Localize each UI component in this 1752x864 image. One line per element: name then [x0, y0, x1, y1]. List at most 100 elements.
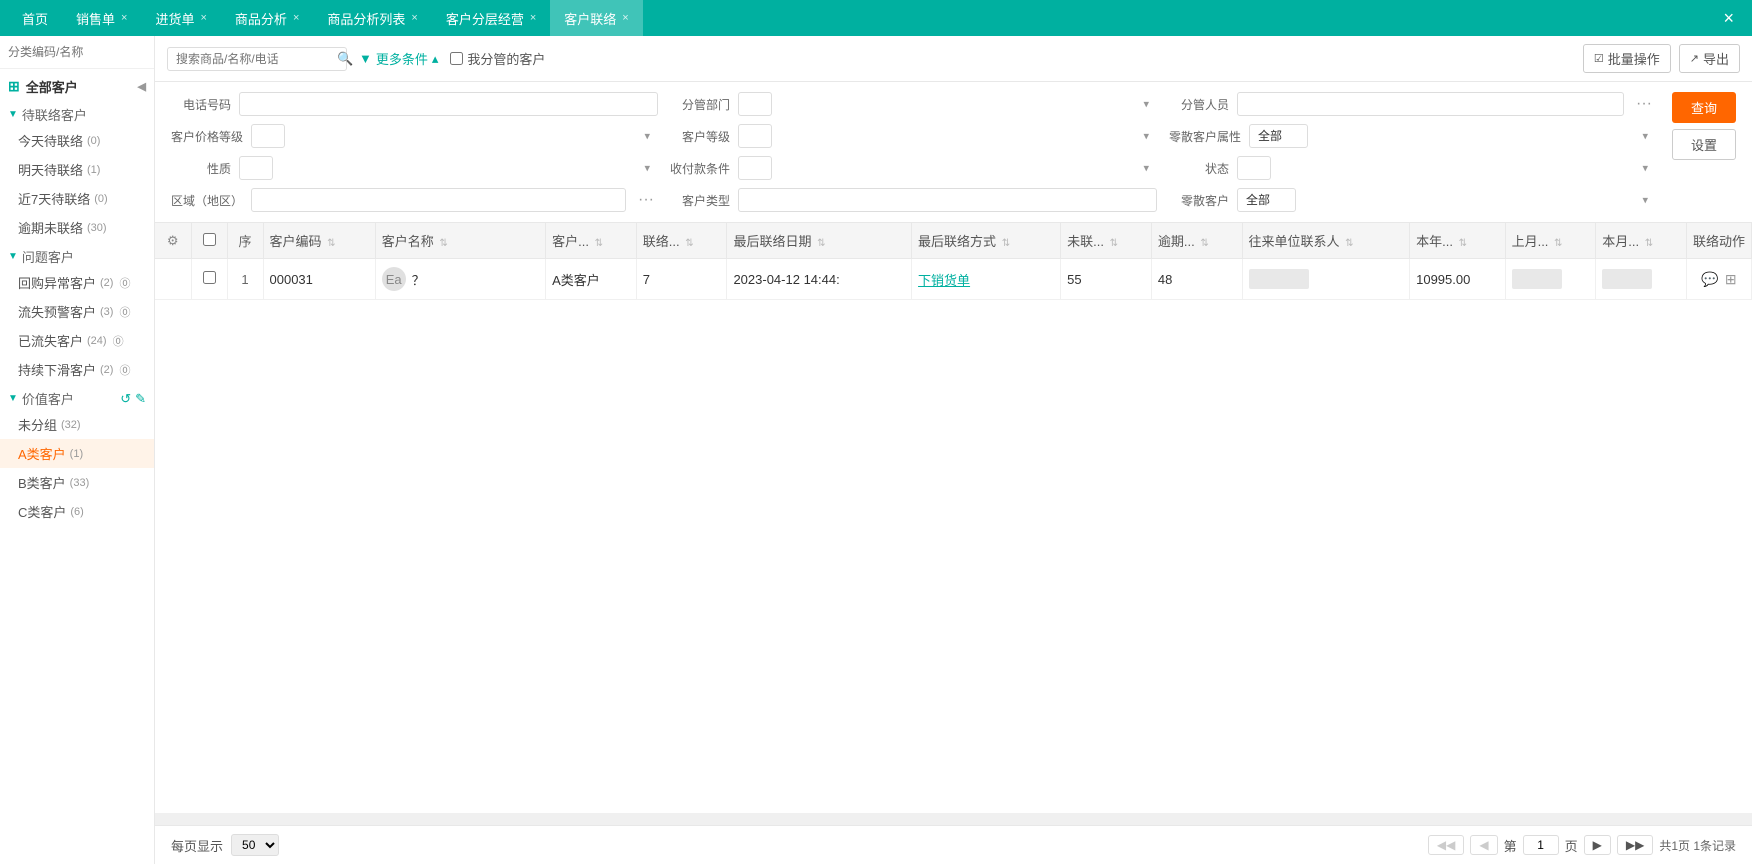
sidebar-item-churn-warning[interactable]: 流失预警客户 (3) ⓪	[0, 297, 154, 326]
nav-product-analysis-close[interactable]: ×	[293, 12, 299, 24]
table-header-checkbox[interactable]	[191, 223, 227, 259]
nav-customer-contact-close[interactable]: ×	[622, 12, 628, 24]
table-header-code[interactable]: 客户编码 ⇅	[263, 223, 375, 259]
filter-phone-input[interactable]	[239, 92, 658, 116]
query-btn[interactable]: 查询	[1672, 92, 1736, 123]
nav-customer-segment[interactable]: 客户分层经营 ×	[432, 0, 550, 36]
nav-product-list-close[interactable]: ×	[411, 12, 417, 24]
sidebar-collapse-btn[interactable]: ◀	[138, 80, 146, 93]
row-select-checkbox[interactable]	[203, 271, 216, 284]
export-btn[interactable]: ↗ 导出	[1679, 44, 1740, 73]
next-page-btn[interactable]: ▶	[1584, 835, 1611, 855]
sidebar-item-tomorrow[interactable]: 明天待联络 (1)	[0, 155, 154, 184]
batch-operation-btn[interactable]: ☑ 批量操作	[1583, 44, 1671, 73]
nav-customer-contact[interactable]: 客户联络 ×	[550, 0, 642, 36]
sidebar-all-customers[interactable]: ⊞ 全部客户 ◀	[0, 69, 154, 100]
sidebar-item-churned-icon: ⓪	[113, 333, 124, 349]
nav-purchase[interactable]: 进货单 ×	[141, 0, 220, 36]
sidebar-value-edit-icon[interactable]: ✎	[135, 391, 146, 407]
nav-customer-segment-close[interactable]: ×	[530, 12, 536, 24]
filter-my-customers-checkbox[interactable]	[450, 52, 463, 65]
filter-action-buttons: 查询 设置	[1672, 92, 1736, 212]
table-header-this-month[interactable]: 本月... ⇅	[1596, 223, 1687, 259]
filter-status-field: 状态	[1169, 156, 1656, 180]
filter-nature-select[interactable]	[239, 156, 273, 180]
sidebar-item-repurchase[interactable]: 回购异常客户 (2) ⓪	[0, 268, 154, 297]
nav-product-analysis[interactable]: 商品分析 ×	[221, 0, 313, 36]
sidebar-search-container: 🔍	[0, 36, 154, 69]
table-header-overdue[interactable]: 逾期... ⇅	[1151, 223, 1242, 259]
sidebar-item-today[interactable]: 今天待联络 (0)	[0, 126, 154, 155]
sidebar-item-unclassified[interactable]: 未分组 (32)	[0, 410, 154, 439]
filter-search-icon[interactable]: 🔍	[337, 51, 353, 67]
sidebar-item-churned-label: 已流失客户	[18, 331, 83, 350]
filter-scatter-attr-select[interactable]: 全部	[1249, 124, 1308, 148]
nav-customer-contact-label: 客户联络	[564, 9, 616, 28]
filter-price-level-select[interactable]	[251, 124, 285, 148]
nav-home[interactable]: 首页	[8, 0, 62, 36]
sort-last-method-icon: ⇅	[1002, 238, 1010, 249]
table-header-level[interactable]: 客户... ⇅	[546, 223, 637, 259]
table-header-last-method[interactable]: 最后联络方式 ⇅	[912, 223, 1061, 259]
filter-scatter-customer-select[interactable]: 全部	[1237, 188, 1296, 212]
table-header-contact-person[interactable]: 往来单位联系人 ⇅	[1242, 223, 1410, 259]
first-page-btn[interactable]: ◀◀	[1428, 835, 1464, 855]
sidebar-item-7days[interactable]: 近7天待联络 (0)	[0, 184, 154, 213]
sidebar-item-c-class[interactable]: C类客户 (6)	[0, 497, 154, 526]
filter-manager-more[interactable]: ···	[1632, 95, 1656, 113]
table-header-name[interactable]: 客户名称 ⇅	[375, 223, 545, 259]
nav-sales[interactable]: 销售单 ×	[62, 0, 141, 36]
filter-nature-field: 性质	[171, 156, 658, 180]
filter-manager-input[interactable]	[1237, 92, 1624, 116]
filter-status-select[interactable]	[1237, 156, 1271, 180]
nav-sales-close[interactable]: ×	[121, 12, 127, 24]
row-last-method[interactable]: 下销货单	[912, 259, 1061, 300]
table-header-gear[interactable]: ⚙	[155, 223, 191, 259]
horizontal-scrollbar[interactable]	[155, 813, 1752, 825]
filter-dept-select[interactable]	[738, 92, 772, 116]
row-checkbox[interactable]	[191, 259, 227, 300]
filter-my-customers[interactable]: 我分管的客户	[450, 49, 545, 68]
filter-payment-select[interactable]	[738, 156, 772, 180]
filter-search-input[interactable]	[176, 52, 331, 66]
page-number-input[interactable]	[1523, 835, 1559, 855]
page-size-selector: 每页显示 50	[171, 834, 279, 856]
select-all-checkbox[interactable]	[203, 233, 216, 246]
table-header-last-date[interactable]: 最后联络日期 ⇅	[727, 223, 912, 259]
sidebar-item-b-class[interactable]: B类客户 (33)	[0, 468, 154, 497]
settings-btn[interactable]: 设置	[1672, 129, 1736, 160]
sidebar-value-refresh-icon[interactable]: ↺	[120, 391, 131, 407]
filter-region-input[interactable]	[251, 188, 626, 212]
nav-product-list[interactable]: 商品分析列表 ×	[313, 0, 431, 36]
last-page-btn[interactable]: ▶▶	[1617, 835, 1653, 855]
table-header-last-month[interactable]: 上月... ⇅	[1505, 223, 1596, 259]
row-name-text: ？	[412, 270, 425, 289]
sidebar-group-waiting[interactable]: ▼ 待联络客户	[0, 100, 154, 126]
filter-dept-field: 分管部门	[670, 92, 1157, 116]
sidebar-search-input[interactable]	[8, 45, 155, 59]
action-grid-icon[interactable]: ⊞	[1725, 271, 1737, 288]
table-header-year-amount[interactable]: 本年... ⇅	[1410, 223, 1505, 259]
filter-scatter-attr-wrapper: 全部	[1249, 124, 1656, 148]
per-page-select[interactable]: 50	[231, 834, 279, 856]
prev-page-btn[interactable]: ◀	[1470, 835, 1497, 855]
table-header-contact-count[interactable]: 联络... ⇅	[636, 223, 727, 259]
filter-region-more[interactable]: ···	[634, 191, 658, 209]
table-header-no-contact[interactable]: 未联... ⇅	[1061, 223, 1152, 259]
sidebar-item-a-class[interactable]: A类客户 (1)	[0, 439, 154, 468]
content-area: 🔍 ▼ 更多条件 ▴ 我分管的客户 ☑ 批量操作 ↗ 导出	[155, 36, 1752, 864]
nav-close-all[interactable]: ×	[1713, 8, 1744, 29]
sidebar-item-declining[interactable]: 持续下滑客户 (2) ⓪	[0, 355, 154, 384]
row-last-method-link[interactable]: 下销货单	[918, 273, 970, 288]
sidebar-item-churned[interactable]: 已流失客户 (24) ⓪	[0, 326, 154, 355]
sidebar-item-repurchase-label: 回购异常客户	[18, 273, 96, 292]
filter-more-btn[interactable]: ▼ 更多条件 ▴	[359, 49, 438, 68]
sidebar-group-problem[interactable]: ▼ 问题客户	[0, 242, 154, 268]
filter-customer-type-input[interactable]	[738, 188, 1157, 212]
row-this-month	[1596, 259, 1687, 300]
nav-purchase-close[interactable]: ×	[200, 12, 206, 24]
action-message-icon[interactable]: 💬	[1701, 271, 1718, 288]
filter-customer-level-select[interactable]	[738, 124, 772, 148]
sidebar-item-overdue[interactable]: 逾期未联络 (30)	[0, 213, 154, 242]
sidebar-group-value[interactable]: ▼ 价值客户 ↺ ✎	[0, 384, 154, 410]
